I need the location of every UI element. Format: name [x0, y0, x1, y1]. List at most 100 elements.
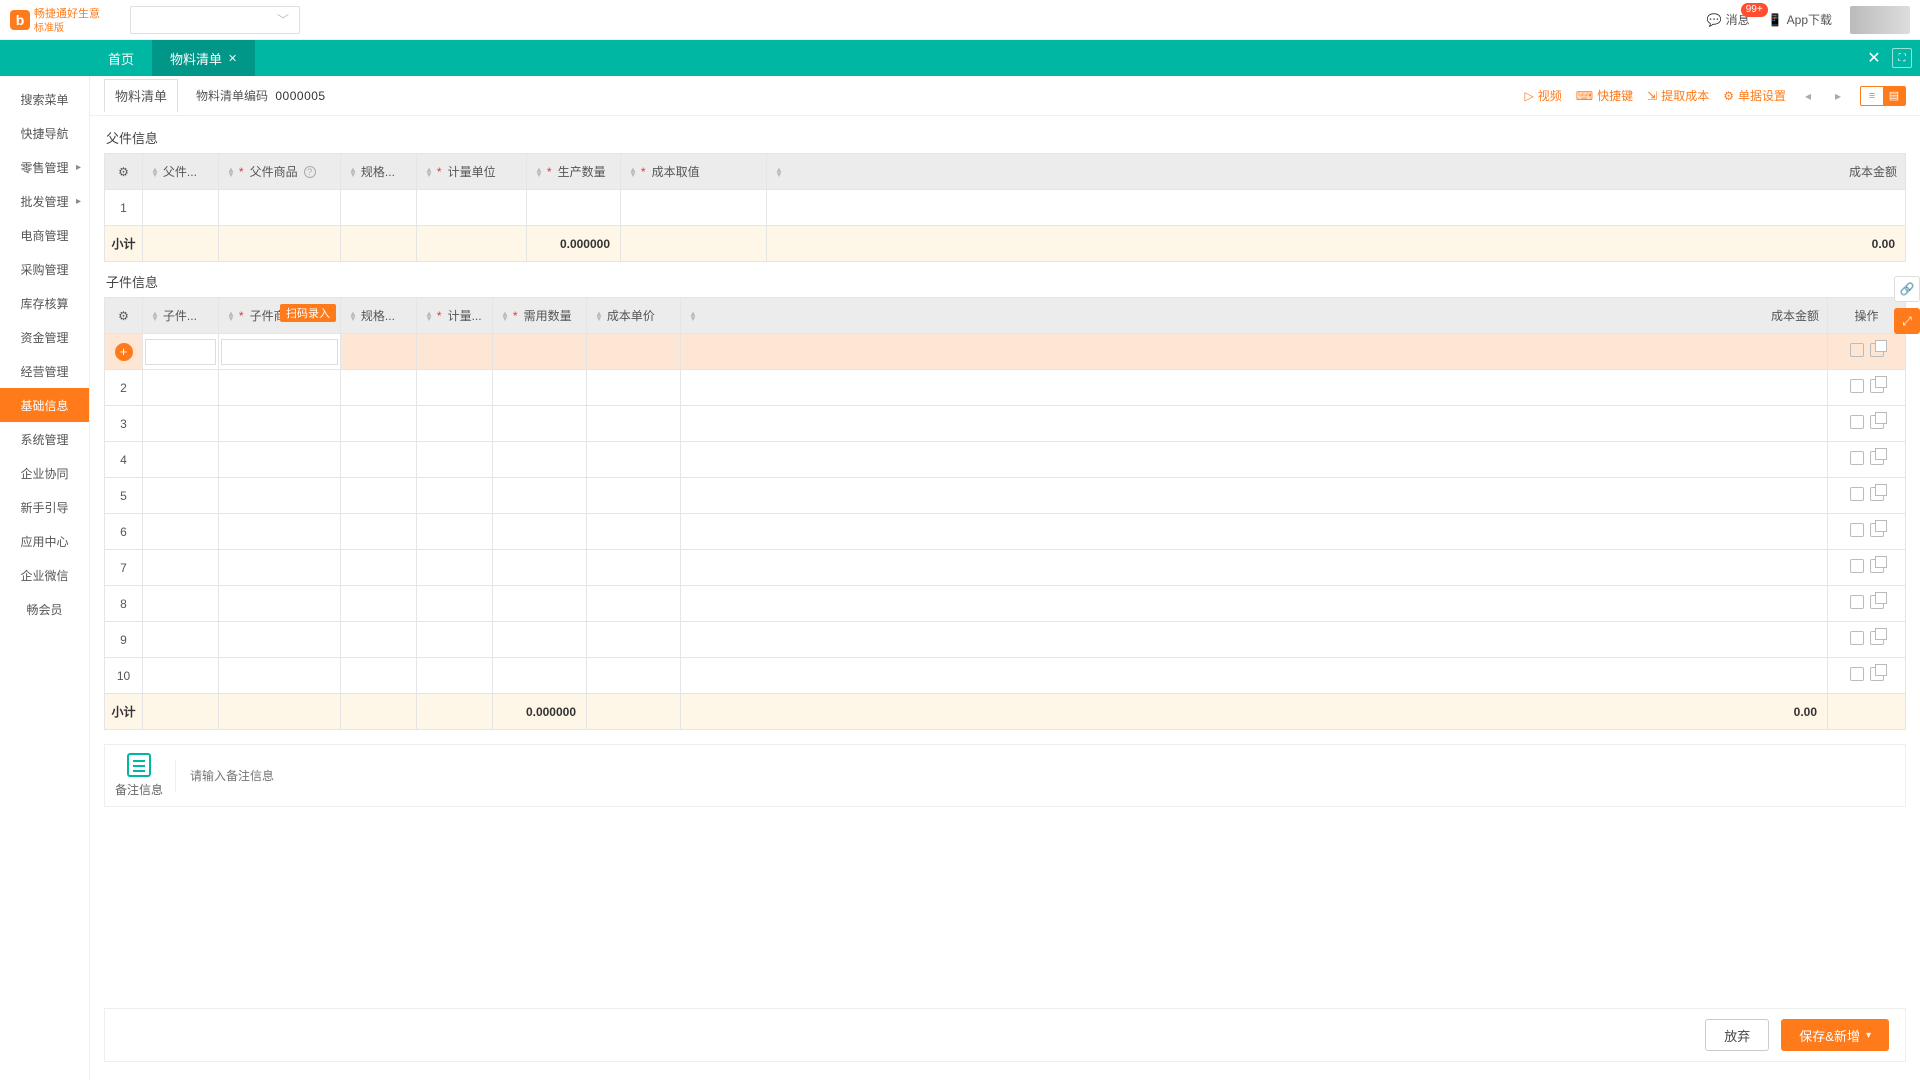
child-row[interactable]: 9 [105, 622, 1906, 658]
remark-input[interactable] [175, 760, 1895, 792]
child-col-unit[interactable]: ▲▼*计量... [417, 298, 493, 334]
parent-col-unit[interactable]: ▲▼*计量单位 [417, 154, 527, 190]
link-extract-cost[interactable]: ⇲提取成本 [1647, 87, 1709, 104]
row-delete-icon[interactable] [1850, 415, 1864, 429]
row-copy-icon[interactable] [1870, 487, 1884, 501]
parent-col-product[interactable]: ▲▼*父件商品? [219, 154, 341, 190]
child-col-amount[interactable]: ▲▼成本金额 [681, 298, 1828, 334]
sidebar-item-guide[interactable]: 新手引导 [0, 490, 89, 524]
note-icon [127, 753, 151, 777]
row-copy-icon[interactable] [1870, 631, 1884, 645]
link-hotkey[interactable]: ⌨快捷键 [1576, 87, 1633, 104]
subtab-bom[interactable]: 物料清单 [104, 79, 178, 113]
sidebar-item-appcenter[interactable]: 应用中心 [0, 524, 89, 558]
sidebar-item-member[interactable]: 畅会员 [0, 592, 89, 626]
child-col-spec[interactable]: ▲▼规格... [341, 298, 417, 334]
sidebar-item-search[interactable]: 搜索菜单 [0, 82, 89, 116]
sidebar-item-wecom[interactable]: 企业微信 [0, 558, 89, 592]
page-tabbar: 首页 物料清单 ✕ ✕ ⛶ [0, 40, 1920, 76]
view-form[interactable]: ▤ [1883, 87, 1905, 105]
user-avatar[interactable] [1850, 6, 1910, 34]
parent-row-1[interactable]: 1 [105, 190, 1906, 226]
view-list[interactable]: ≡ [1861, 87, 1883, 105]
sidebar-item-funds[interactable]: 资金管理 [0, 320, 89, 354]
row-copy-icon[interactable] [1870, 343, 1884, 357]
sidebar-item-basedata[interactable]: 基础信息 [0, 388, 89, 422]
child-row[interactable]: 3 [105, 406, 1906, 442]
sidebar-item-purchase[interactable]: 采购管理 [0, 252, 89, 286]
row-delete-icon[interactable] [1850, 523, 1864, 537]
sidebar-item-quicknav[interactable]: 快捷导航 [0, 116, 89, 150]
nav-prev[interactable]: ◂ [1800, 89, 1816, 103]
sidebar-item-retail[interactable]: 零售管理▸ [0, 150, 89, 184]
row-copy-icon[interactable] [1870, 379, 1884, 393]
parent-col-gear[interactable]: ⚙ [105, 154, 143, 190]
parent-col-qty[interactable]: ▲▼*生产数量 [527, 154, 621, 190]
child-col-product[interactable]: ▲▼*子件商扫码录入 [219, 298, 341, 334]
sidebar-item-inventory[interactable]: 库存核算 [0, 286, 89, 320]
row-copy-icon[interactable] [1870, 451, 1884, 465]
sidebar-item-collab[interactable]: 企业协同 [0, 456, 89, 490]
row-delete-icon[interactable] [1850, 631, 1864, 645]
parent-col-costmode[interactable]: ▲▼*成本取值 [621, 154, 767, 190]
float-link-icon[interactable]: 🔗 [1894, 276, 1920, 302]
link-doc-setting[interactable]: ⚙单据设置 [1723, 87, 1786, 104]
keyboard-icon: ⌨ [1576, 89, 1593, 103]
child-col-code[interactable]: ▲▼子件... [143, 298, 219, 334]
tabbar-close-button[interactable]: ✕ [1864, 48, 1884, 68]
row-copy-icon[interactable] [1870, 523, 1884, 537]
close-icon[interactable]: ✕ [228, 52, 237, 65]
child-col-gear[interactable]: ⚙ [105, 298, 143, 334]
child-row[interactable]: 2 [105, 370, 1906, 406]
help-icon[interactable]: ? [304, 166, 316, 178]
tabbar-expand-button[interactable]: ⛶ [1892, 48, 1912, 68]
child-row[interactable]: 6 [105, 514, 1906, 550]
child-col-price[interactable]: ▲▼成本单价 [587, 298, 681, 334]
discard-button[interactable]: 放弃 [1705, 1019, 1769, 1051]
float-expand-icon[interactable]: ⤢ [1894, 308, 1920, 334]
row-delete-icon[interactable] [1850, 343, 1864, 357]
sidebar-item-ops[interactable]: 经营管理 [0, 354, 89, 388]
parent-col-code[interactable]: ▲▼父件... [143, 154, 219, 190]
tab-home[interactable]: 首页 [90, 40, 152, 76]
scan-entry-badge[interactable]: 扫码录入 [280, 304, 336, 322]
child-col-qty[interactable]: ▲▼*需用数量 [493, 298, 587, 334]
child-section-title: 子件信息 [106, 272, 1906, 291]
child-row[interactable]: 4 [105, 442, 1906, 478]
parent-subtotal-qty: 0.000000 [527, 226, 621, 262]
link-video[interactable]: ▷视频 [1525, 87, 1562, 104]
row-delete-icon[interactable] [1850, 487, 1864, 501]
parent-col-spec[interactable]: ▲▼规格... [341, 154, 417, 190]
row-copy-icon[interactable] [1870, 559, 1884, 573]
workspace-selector[interactable]: ﹀ [130, 6, 300, 34]
row-delete-icon[interactable] [1850, 451, 1864, 465]
row-copy-icon[interactable] [1870, 595, 1884, 609]
row-copy-icon[interactable] [1870, 415, 1884, 429]
caret-icon: ▸ [76, 196, 81, 207]
sidebar-item-wholesale[interactable]: 批发管理▸ [0, 184, 89, 218]
row-delete-icon[interactable] [1850, 559, 1864, 573]
add-row-button[interactable]: + [115, 343, 133, 361]
app-download-link[interactable]: 📱 App下载 [1768, 11, 1832, 28]
child-row-new[interactable]: + [105, 334, 1906, 370]
child-code-input[interactable] [143, 334, 219, 370]
child-row[interactable]: 7 [105, 550, 1906, 586]
child-row[interactable]: 5 [105, 478, 1906, 514]
brand-edition: 标准版 [34, 19, 100, 34]
row-delete-icon[interactable] [1850, 667, 1864, 681]
row-delete-icon[interactable] [1850, 379, 1864, 393]
child-row[interactable]: 10 [105, 658, 1906, 694]
child-row[interactable]: 8 [105, 586, 1906, 622]
tab-bom-label: 物料清单 [170, 49, 222, 68]
messages-link[interactable]: 💬 消息 99+ [1707, 11, 1750, 28]
parent-col-amount[interactable]: ▲▼成本金额 [767, 154, 1906, 190]
child-product-input[interactable] [219, 334, 341, 370]
sidebar-item-ecom[interactable]: 电商管理 [0, 218, 89, 252]
tab-bom[interactable]: 物料清单 ✕ [152, 40, 255, 76]
row-copy-icon[interactable] [1870, 667, 1884, 681]
row-delete-icon[interactable] [1850, 595, 1864, 609]
save-and-new-button[interactable]: 保存&新增▾ [1781, 1019, 1889, 1051]
nav-next[interactable]: ▸ [1830, 89, 1846, 103]
sidebar-item-system[interactable]: 系统管理 [0, 422, 89, 456]
chevron-down-icon: ▾ [1866, 1030, 1871, 1041]
